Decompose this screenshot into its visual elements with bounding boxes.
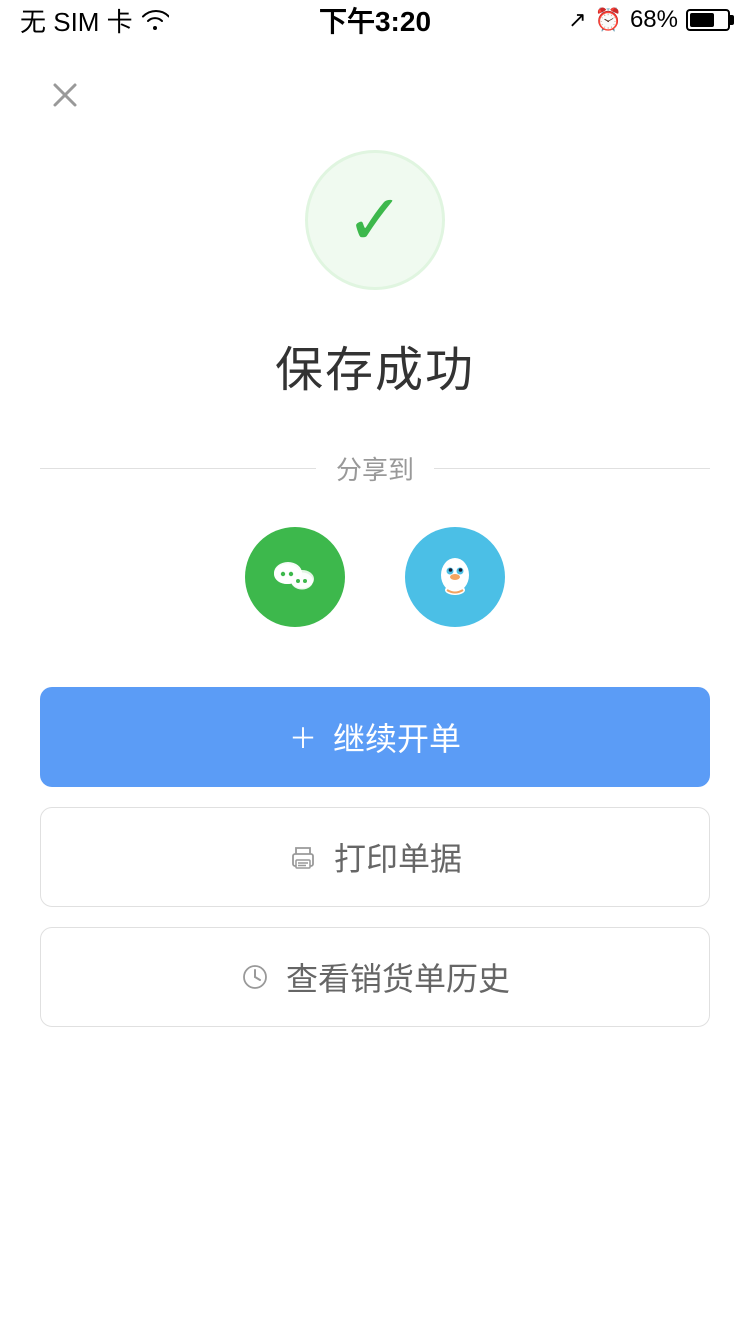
clock-icon: [240, 962, 270, 992]
qq-share-button[interactable]: [405, 527, 505, 627]
wifi-icon: [141, 10, 169, 30]
action-buttons: ＋ 继续开单 打印单据: [40, 687, 710, 1027]
qq-icon: [425, 547, 485, 607]
status-bar: 无 SIM 卡 下午3:20 ↗ ⏰ 68%: [0, 0, 750, 40]
close-icon: [50, 80, 80, 110]
continue-label: 继续开单: [333, 714, 461, 760]
share-label: 分享到: [336, 450, 414, 487]
divider-left: [40, 468, 316, 469]
share-icons-container: [245, 527, 505, 627]
checkmark-icon: ✓: [346, 185, 405, 255]
location-icon: ↗: [568, 7, 586, 33]
continue-button[interactable]: ＋ 继续开单: [40, 687, 710, 787]
main-content: ✓ 保存成功 分享到: [0, 40, 750, 1057]
battery-icon: [686, 9, 730, 31]
history-button[interactable]: 查看销货单历史: [40, 927, 710, 1027]
share-divider: 分享到: [40, 450, 710, 487]
close-button[interactable]: [40, 70, 90, 120]
carrier-text: 无 SIM 卡: [20, 2, 133, 39]
wechat-share-button[interactable]: [245, 527, 345, 627]
printer-icon: [288, 842, 318, 872]
clock-svg: [240, 962, 270, 992]
printer-svg: [288, 842, 318, 872]
print-label: 打印单据: [334, 834, 462, 880]
status-carrier: 无 SIM 卡: [20, 2, 169, 39]
wechat-icon: [265, 547, 325, 607]
success-icon-circle: ✓: [305, 150, 445, 290]
status-indicators: ↗ ⏰ 68%: [568, 6, 730, 34]
success-title: 保存成功: [275, 330, 475, 400]
plus-icon: ＋: [289, 717, 317, 757]
history-label: 查看销货单历史: [286, 954, 510, 1000]
alarm-icon: ⏰: [595, 7, 622, 33]
print-button[interactable]: 打印单据: [40, 807, 710, 907]
status-time: 下午3:20: [319, 0, 431, 40]
battery-fill: [690, 13, 714, 27]
battery-text: 68%: [630, 6, 678, 34]
divider-right: [434, 468, 710, 469]
